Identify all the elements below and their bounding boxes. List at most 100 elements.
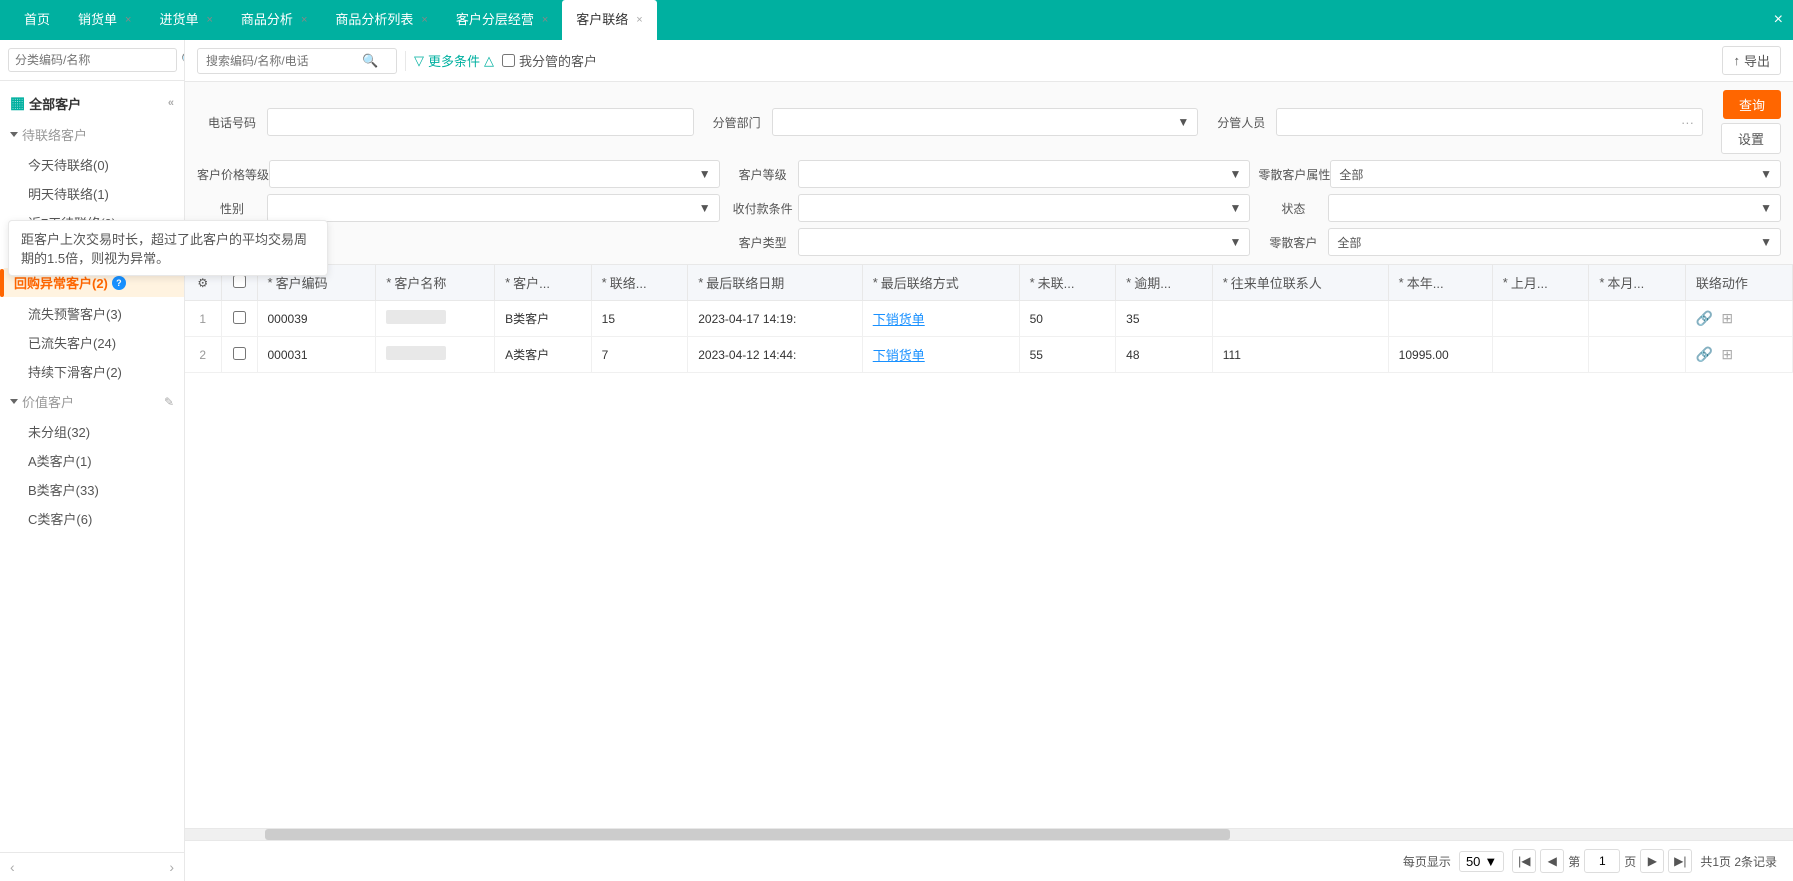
branch-person-input-wrap[interactable]: ··· xyxy=(1276,108,1703,136)
row-no-contact: 55 xyxy=(1019,337,1116,373)
row-checkbox[interactable] xyxy=(233,347,246,360)
close-icon[interactable]: × xyxy=(125,0,131,40)
col-header-last-method[interactable]: *最后联络方式 xyxy=(862,265,1019,301)
nav-sales-order[interactable]: 销货单 × xyxy=(64,0,145,40)
my-customers-checkbox[interactable]: 我分管的客户 xyxy=(502,51,597,70)
nav-customer-layered[interactable]: 客户分层经营 × xyxy=(442,0,562,40)
last-page-button[interactable]: ▶| xyxy=(1668,849,1692,873)
payment-select[interactable]: ▼ xyxy=(798,194,1251,222)
per-page-select[interactable]: 50 ▼ xyxy=(1459,851,1504,872)
col-header-this-month[interactable]: *本月... xyxy=(1589,265,1686,301)
search-input[interactable] xyxy=(206,54,356,68)
filter-row-3: 性别 ▼ 收付款条件 ▼ 状态 ▼ xyxy=(197,194,1781,222)
chevron-up-icon: △ xyxy=(484,53,494,69)
export-button[interactable]: ↑ 导出 xyxy=(1722,46,1781,75)
sidebar-item-b-class[interactable]: B类客户(33) xyxy=(0,475,184,504)
close-all-button[interactable]: × xyxy=(1774,11,1783,29)
sidebar-item-declining[interactable]: 持续下滑客户(2) xyxy=(0,357,184,386)
sidebar-item-churned[interactable]: 已流失客户(24) xyxy=(0,328,184,357)
close-icon[interactable]: × xyxy=(301,0,307,40)
close-icon[interactable]: × xyxy=(542,0,548,40)
col-header-name[interactable]: *客户名称 xyxy=(376,265,495,301)
sidebar-item-tomorrow-pending[interactable]: 明天待联络(1) xyxy=(0,179,184,208)
status-select[interactable]: ▼ xyxy=(1328,194,1781,222)
customer-level-field: 客户等级 ▼ xyxy=(728,160,1251,188)
col-header-type[interactable]: *客户... xyxy=(495,265,592,301)
gender-select[interactable]: ▼ xyxy=(267,194,720,222)
row-last-date: 2023-04-12 14:44: xyxy=(688,337,863,373)
sidebar-item-c-class[interactable]: C类客户(6) xyxy=(0,504,184,533)
link-action-icon[interactable]: 🔗 xyxy=(1696,346,1713,363)
row-last-date: 2023-04-17 14:19: xyxy=(688,301,863,337)
close-icon[interactable]: × xyxy=(206,0,212,40)
nav-product-analysis[interactable]: 商品分析 × xyxy=(227,0,321,40)
page-number-input[interactable] xyxy=(1584,849,1620,873)
sidebar-item-a-class[interactable]: A类客户(1) xyxy=(0,446,184,475)
close-icon[interactable]: × xyxy=(421,0,427,40)
data-table: ⚙ *客户编码 *客户名称 *客户... xyxy=(185,265,1793,373)
table-header-row: ⚙ *客户编码 *客户名称 *客户... xyxy=(185,265,1793,301)
col-header-no-contact[interactable]: *未联... xyxy=(1019,265,1116,301)
phone-input-wrap[interactable] xyxy=(267,108,694,136)
set-button[interactable]: 设置 xyxy=(1721,123,1781,154)
row-last-method[interactable]: 下销货单 xyxy=(862,301,1019,337)
sidebar-item-ungrouped[interactable]: 未分组(32) xyxy=(0,417,184,446)
sidebar-collapse-icon[interactable]: « xyxy=(168,97,174,109)
col-header-this-year[interactable]: *本年... xyxy=(1388,265,1492,301)
sidebar-search-input[interactable] xyxy=(8,48,177,72)
close-icon[interactable]: × xyxy=(636,0,642,40)
sidebar-item-today-pending[interactable]: 今天待联络(0) xyxy=(0,150,184,179)
my-customers-check[interactable] xyxy=(502,54,515,67)
grid-action-icon[interactable]: ⊞ xyxy=(1721,346,1733,363)
sidebar-item-churn-warning[interactable]: 流失预警客户(3) xyxy=(0,299,184,328)
content-area: 🔍 ▽ 更多条件 △ 我分管的客户 ↑ 导出 电话号码 xyxy=(185,40,1793,881)
col-header-last-month[interactable]: *上月... xyxy=(1492,265,1589,301)
branch-dept-select[interactable]: ▼ xyxy=(772,108,1199,136)
col-header-overdue[interactable]: *逾期... xyxy=(1116,265,1213,301)
divider xyxy=(405,51,406,71)
first-page-button[interactable]: |◀ xyxy=(1512,849,1536,873)
table-row: 2 000031 A类客户 7 2023-04-12 14:44: 下销货单 5… xyxy=(185,337,1793,373)
row-checkbox-cell[interactable] xyxy=(221,337,257,373)
col-header-contact-count[interactable]: *联络... xyxy=(591,265,688,301)
search-submit-icon[interactable]: 🔍 xyxy=(362,53,378,69)
ellipsis-icon[interactable]: ··· xyxy=(1681,115,1694,130)
status-field: 状态 ▼ xyxy=(1258,194,1781,222)
prev-page-button[interactable]: ◀ xyxy=(1540,849,1564,873)
col-header-contact-person[interactable]: *往来单位联系人 xyxy=(1212,265,1388,301)
sidebar-collapse-button[interactable]: ‹ xyxy=(10,859,15,875)
more-conditions-button[interactable]: ▽ 更多条件 △ xyxy=(414,51,494,70)
info-icon[interactable]: ? xyxy=(112,276,126,290)
sidebar-all-customers[interactable]: ▦ 全部客户 « xyxy=(0,87,184,119)
price-level-select[interactable]: ▼ xyxy=(269,160,720,188)
row-checkbox-cell[interactable] xyxy=(221,301,257,337)
scrollbar-thumb[interactable] xyxy=(265,829,1230,840)
data-table-area: ⚙ *客户编码 *客户名称 *客户... xyxy=(185,265,1793,828)
retail-customer-select[interactable]: 全部 ▼ xyxy=(1328,228,1781,256)
action-icons-group: 🔗 ⊞ xyxy=(1696,310,1782,327)
table-row: 1 000039 B类客户 15 2023-04-17 14:19: 下销货单 … xyxy=(185,301,1793,337)
query-button[interactable]: 查询 xyxy=(1723,90,1781,119)
nav-product-analysis-list[interactable]: 商品分析列表 × xyxy=(321,0,441,40)
col-header-last-date[interactable]: *最后联络日期 xyxy=(688,265,863,301)
nav-customer-contact[interactable]: 客户联络 × xyxy=(562,0,656,40)
retail-attr-select[interactable]: 全部 ▼ xyxy=(1330,160,1781,188)
row-checkbox[interactable] xyxy=(233,311,246,324)
row-last-method[interactable]: 下销货单 xyxy=(862,337,1019,373)
retail-attr-field: 零散客户属性 全部 ▼ xyxy=(1258,160,1781,188)
customer-level-select[interactable]: ▼ xyxy=(798,160,1251,188)
nav-home[interactable]: 首页 xyxy=(10,0,64,40)
link-action-icon[interactable]: 🔗 xyxy=(1696,310,1713,327)
customer-type-select[interactable]: ▼ xyxy=(798,228,1251,256)
expand-icon xyxy=(10,132,18,137)
select-all-checkbox[interactable] xyxy=(233,275,246,288)
grid-action-icon[interactable]: ⊞ xyxy=(1721,310,1733,327)
next-page-button[interactable]: ▶ xyxy=(1640,849,1664,873)
phone-input[interactable] xyxy=(276,115,685,129)
edit-icon[interactable]: ✎ xyxy=(164,395,174,409)
horizontal-scrollbar[interactable] xyxy=(185,828,1793,840)
sidebar-expand-button[interactable]: › xyxy=(169,859,174,875)
nav-purchase-order[interactable]: 进货单 × xyxy=(145,0,226,40)
action-icons-group: 🔗 ⊞ xyxy=(1696,346,1782,363)
branch-person-input[interactable] xyxy=(1285,115,1681,129)
